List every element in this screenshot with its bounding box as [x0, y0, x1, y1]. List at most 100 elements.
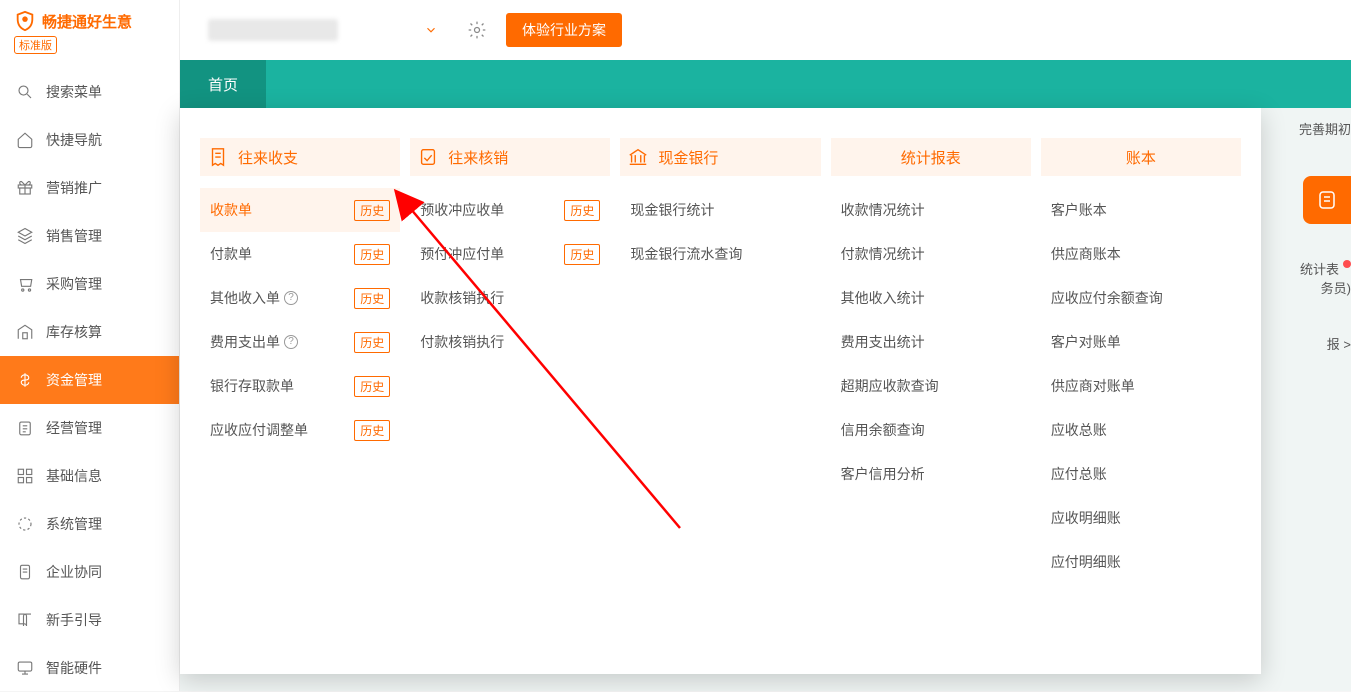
sidebar-item-quicknav[interactable]: 快捷导航: [0, 116, 179, 164]
history-tag[interactable]: 历史: [564, 244, 600, 265]
mega-menu-item[interactable]: 收款情况统计: [831, 188, 1031, 232]
help-icon[interactable]: ?: [284, 291, 298, 305]
sidebar-item-corp[interactable]: 企业协同: [0, 548, 179, 596]
mega-menu-item-label: 客户信用分析: [841, 464, 925, 484]
mega-menu-item[interactable]: 客户信用分析: [831, 452, 1031, 496]
mega-menu-item[interactable]: 供应商账本: [1041, 232, 1241, 276]
mega-menu-item-label: 付款情况统计: [841, 244, 925, 264]
tab-home[interactable]: 首页: [180, 60, 266, 108]
receipt-icon: [206, 145, 230, 169]
mega-menu-item[interactable]: 收款核销执行: [410, 276, 610, 320]
sidebar-item-label: 销售管理: [46, 226, 102, 246]
mega-menu-item[interactable]: 应付明细账: [1041, 540, 1241, 584]
mega-menu-item[interactable]: 费用支出单?历史: [200, 320, 400, 364]
history-tag[interactable]: 历史: [354, 200, 390, 221]
settings-button[interactable]: [462, 15, 492, 45]
mega-menu-item-label: 应收明细账: [1051, 508, 1121, 528]
sidebar-item-operation[interactable]: 经营管理: [0, 404, 179, 452]
verify-icon: [416, 145, 440, 169]
cart-icon: [16, 275, 34, 293]
sidebar-item-label: 系统管理: [46, 514, 102, 534]
sidebar-item-guide[interactable]: 新手引导: [0, 596, 179, 644]
floating-action-badge[interactable]: [1303, 176, 1351, 224]
mega-column: 往来核销预收冲应收单历史预付冲应付单历史收款核销执行付款核销执行: [410, 138, 610, 584]
history-tag[interactable]: 历史: [564, 200, 600, 221]
mega-column: 账本客户账本供应商账本应收应付余额查询客户对账单供应商对账单应收总账应付总账应收…: [1041, 138, 1241, 584]
gift-icon: [16, 179, 34, 197]
history-tag[interactable]: 历史: [354, 332, 390, 353]
mega-menu-item[interactable]: 客户对账单: [1041, 320, 1241, 364]
mega-menu-item[interactable]: 银行存取款单 历史: [200, 364, 400, 408]
mega-menu-item[interactable]: 客户账本: [1041, 188, 1241, 232]
mega-menu-item[interactable]: 现金银行统计: [620, 188, 820, 232]
mega-menu-item-label: 应付明细账: [1051, 552, 1121, 572]
clipboard-icon: [16, 419, 34, 437]
mega-menu-item-label: 应收总账: [1051, 420, 1107, 440]
history-tag[interactable]: 历史: [354, 288, 390, 309]
mega-menu-item[interactable]: 费用支出统计: [831, 320, 1031, 364]
mega-menu-item[interactable]: 应收应付调整单 历史: [200, 408, 400, 452]
sidebar-item-finance[interactable]: 资金管理: [0, 356, 179, 404]
mega-menu-item-label: 现金银行统计: [630, 200, 714, 220]
mega-menu-item[interactable]: 付款单历史: [200, 232, 400, 276]
sidebar-item-label: 企业协同: [46, 562, 102, 582]
mega-menu-item[interactable]: 应收明细账: [1041, 496, 1241, 540]
sidebar-item-hardware[interactable]: 智能硬件: [0, 644, 179, 692]
gear-outline-icon: [16, 515, 34, 533]
mega-menu-item[interactable]: 预收冲应收单 历史: [410, 188, 610, 232]
mega-menu-item[interactable]: 超期应收款查询: [831, 364, 1031, 408]
mega-column-header: 往来收支: [200, 138, 400, 176]
mega-menu-item[interactable]: 应收总账: [1041, 408, 1241, 452]
mega-menu-item[interactable]: 供应商对账单: [1041, 364, 1241, 408]
monitor-icon: [16, 659, 34, 677]
sidebar-item-basic[interactable]: 基础信息: [0, 452, 179, 500]
sidebar-item-search[interactable]: 搜索菜单: [0, 68, 179, 116]
sidebar-item-sales[interactable]: 销售管理: [0, 212, 179, 260]
mega-menu-item-label: 现金银行流水查询: [630, 244, 742, 264]
mega-menu-item-label: 应收应付调整单: [210, 420, 308, 440]
history-tag[interactable]: 历史: [354, 244, 390, 265]
chevron-down-icon: [424, 23, 438, 37]
peek-stats-report[interactable]: 统计表务员): [1300, 260, 1351, 299]
industry-plan-button[interactable]: 体验行业方案: [506, 13, 622, 47]
bank-icon: [626, 145, 650, 169]
sidebar-item-system[interactable]: 系统管理: [0, 500, 179, 548]
mega-menu-item[interactable]: 现金银行流水查询: [620, 232, 820, 276]
mega-menu-item[interactable]: 应付总账: [1041, 452, 1241, 496]
history-tag[interactable]: 历史: [354, 420, 390, 441]
mega-menu-item[interactable]: 付款情况统计: [831, 232, 1031, 276]
mega-menu-item[interactable]: 预付冲应付单 历史: [410, 232, 610, 276]
mega-column-title: 统计报表: [901, 147, 961, 168]
sidebar-item-marketing[interactable]: 营销推广: [0, 164, 179, 212]
mega-menu-item[interactable]: 收款单历史: [200, 188, 400, 232]
mega-menu-item-label: 供应商账本: [1051, 244, 1121, 264]
history-tag[interactable]: 历史: [354, 376, 390, 397]
mega-menu-item-label: 客户账本: [1051, 200, 1107, 220]
mega-menu-item-label: 供应商对账单: [1051, 376, 1135, 396]
sidebar-item-inventory[interactable]: 库存核算: [0, 308, 179, 356]
mega-menu-item[interactable]: 其他收入单?历史: [200, 276, 400, 320]
mega-menu-item-label: 收款核销执行: [420, 288, 504, 308]
sidebar-item-label: 资金管理: [46, 370, 102, 390]
mega-menu-item[interactable]: 信用余额查询: [831, 408, 1031, 452]
mega-column: 往来收支收款单历史付款单历史其他收入单?历史费用支出单?历史银行存取款单历史应收…: [200, 138, 400, 584]
mega-menu-item[interactable]: 付款核销执行: [410, 320, 610, 364]
sidebar-item-label: 智能硬件: [46, 658, 102, 678]
mega-menu-item[interactable]: 其他收入统计: [831, 276, 1031, 320]
mega-menu-item[interactable]: 应收应付余额查询: [1041, 276, 1241, 320]
mega-menu-item-label: 预收冲应收单: [420, 200, 504, 220]
peek-report-link[interactable]: 报 >: [1327, 335, 1351, 355]
sidebar-item-purchase[interactable]: 采购管理: [0, 260, 179, 308]
brand-name: 畅捷通好生意: [42, 11, 132, 32]
mega-menu-item-label: 银行存取款单: [210, 376, 294, 396]
peek-initial-balance[interactable]: 完善期初: [1299, 120, 1351, 140]
brand-logo: 畅捷通好生意: [0, 0, 179, 36]
help-icon[interactable]: ?: [284, 335, 298, 349]
tabbar: 首页: [180, 60, 1351, 108]
org-dropdown[interactable]: [198, 13, 448, 47]
mega-menu-item-label: 预付冲应付单: [420, 244, 504, 264]
logo-icon: [14, 10, 36, 32]
sidebar-item-label: 快捷导航: [46, 130, 102, 150]
mega-menu-item-label: 客户对账单: [1051, 332, 1121, 352]
sidebar-item-label: 营销推广: [46, 178, 102, 198]
